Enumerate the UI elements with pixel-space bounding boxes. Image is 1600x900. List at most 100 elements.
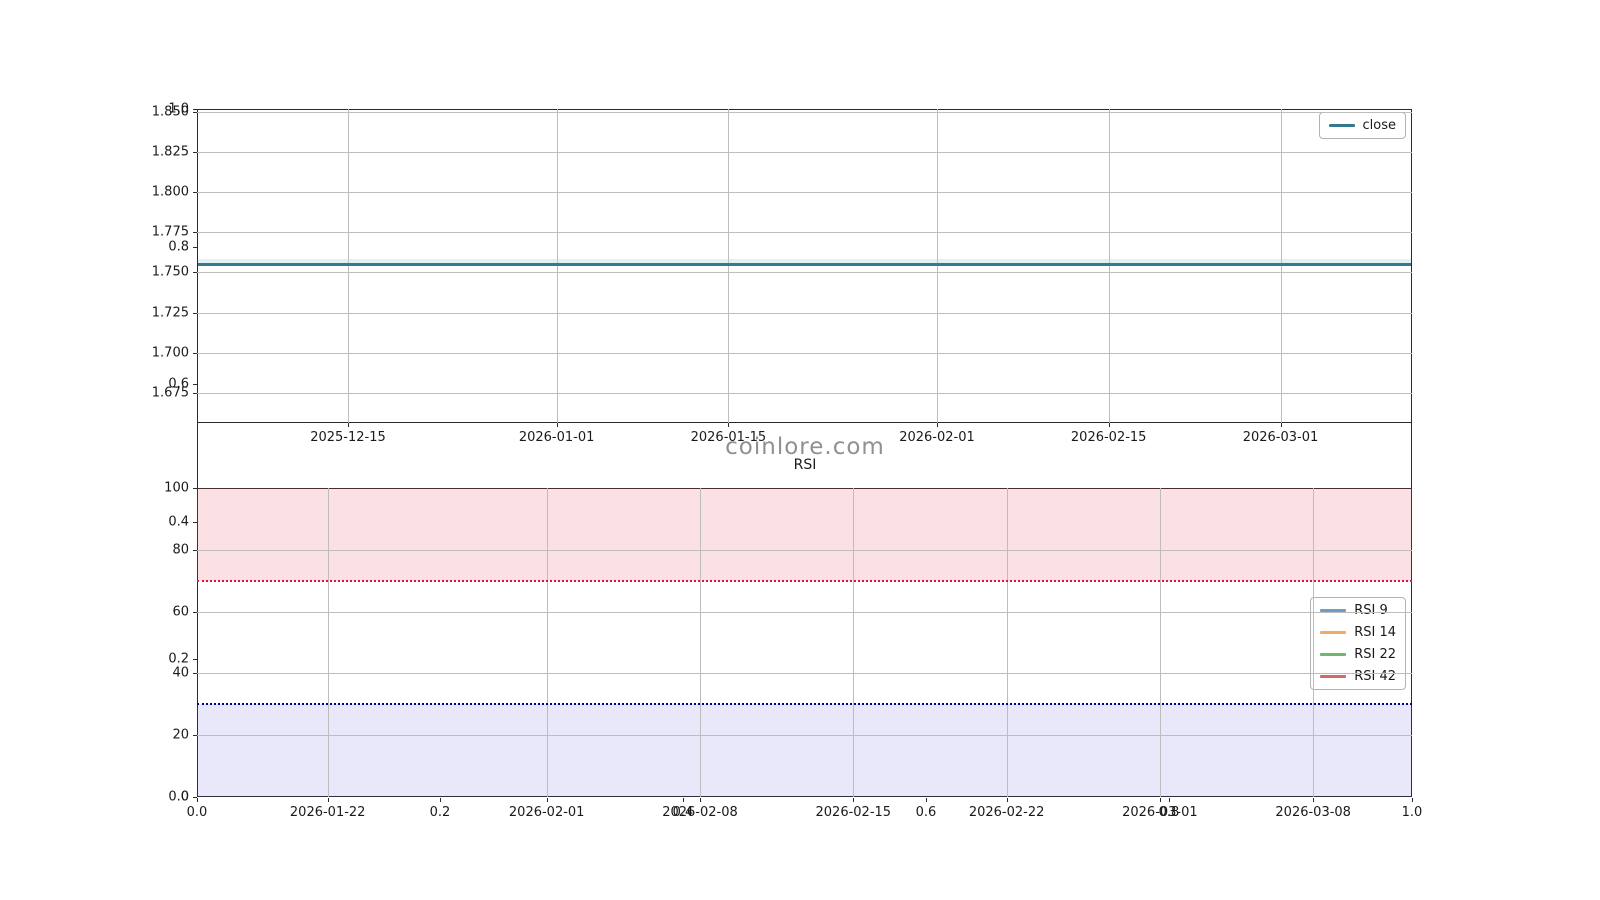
rsi-y-tick-label: 20: [172, 727, 189, 743]
price-gridline: [197, 272, 1412, 274]
rsi-date-gridline: [1006, 488, 1008, 797]
legend-line-swatch: [1328, 124, 1355, 127]
rsi-y-tick: [193, 673, 197, 675]
price-x-tick: [1108, 423, 1110, 427]
price-gridline: [197, 392, 1412, 394]
overlay-x-tick-label: 1.0: [1401, 805, 1423, 820]
rsi-gridline: [197, 549, 1412, 551]
price-legend: close: [1318, 112, 1406, 139]
rsi-date-gridline: [1313, 488, 1315, 797]
overlay-y-tick: [193, 109, 197, 110]
rsi-x-tick: [1006, 798, 1008, 802]
overlay-left-spine: [197, 109, 198, 797]
legend-entry: RSI 14: [1320, 625, 1396, 640]
overlay-x-tick: [1412, 798, 1413, 802]
close-line: [198, 263, 1411, 266]
price-y-tick-label: 1.700: [151, 345, 189, 360]
rsi-y-tick-label: 60: [172, 604, 189, 620]
overlay-x-tick-label: 0.0: [186, 805, 208, 820]
legend-entry: RSI 22: [1320, 647, 1396, 662]
price-y-tick-label: 1.725: [151, 305, 189, 320]
price-date-gridline: [348, 109, 349, 423]
legend-line-swatch: [1320, 631, 1347, 634]
price-y-tick: [193, 112, 197, 114]
rsi-date-gridline: [546, 488, 548, 797]
overlay-x-tick: [683, 798, 684, 802]
rsi-y-tick-label: 100: [164, 480, 189, 496]
overlay-x-tick: [1169, 798, 1170, 802]
rsi-x-tick: [327, 798, 329, 802]
price-x-tick-label: 2026-01-15: [690, 430, 767, 445]
price-date-gridline: [556, 109, 558, 423]
price-date-gridline: [1108, 109, 1110, 423]
overlay-y-tick-label: 0.6: [168, 376, 189, 392]
price-y-tick-label: 1.800: [151, 184, 189, 200]
legend-label: RSI 22: [1354, 647, 1396, 662]
price-y-tick-label: 1.775: [151, 224, 189, 240]
overlay-y-tick: [193, 659, 197, 661]
price-y-tick-label: 1.750: [151, 264, 189, 280]
rsi-y-tick-label: 80: [172, 542, 189, 558]
legend-line-swatch: [1320, 653, 1347, 656]
price-x-tick: [348, 423, 349, 427]
rsi-date-gridline: [1159, 488, 1161, 797]
oversold-band: [197, 704, 1412, 797]
overlay-x-tick-label: 0.6: [915, 805, 937, 820]
price-y-tick: [193, 192, 197, 194]
price-x-tick-label: 2026-02-01: [899, 430, 975, 445]
overlay-y-tick-label: 0.8: [168, 239, 189, 255]
price-x-tick-label: 2026-03-01: [1242, 430, 1319, 445]
rsi-date-gridline: [327, 488, 329, 797]
rsi-y-tick: [193, 611, 197, 613]
price-x-tick: [1280, 423, 1282, 427]
price-gridline: [197, 192, 1412, 194]
rsi-x-tick-label: 2026-02-15: [815, 805, 892, 820]
price-y-tick: [193, 392, 197, 394]
rsi-date-gridline: [700, 488, 701, 797]
price-gridline: [197, 152, 1412, 154]
overlay-y-tick-label: 0.4: [168, 514, 189, 530]
legend-entry: close: [1328, 118, 1396, 133]
legend-entry: RSI 9: [1320, 603, 1396, 618]
overlay-x-tick: [926, 798, 927, 802]
rsi-x-tick-label: 2026-02-22: [968, 805, 1045, 820]
overlay-x-tick: [440, 798, 441, 802]
overlay-y-tick: [193, 246, 197, 248]
price-y-tick: [193, 312, 197, 314]
price-y-tick: [193, 232, 197, 234]
overbought-band: [197, 488, 1412, 581]
legend-entry: RSI 42: [1320, 669, 1396, 684]
price-x-tick: [728, 423, 730, 427]
price-axes: [197, 109, 1412, 423]
overlay-y-tick-label: 1.0: [168, 101, 189, 117]
overlay-y-tick: [193, 384, 197, 386]
chart-figure: coinlore.com RSI close RSI 9 RSI 14 RSI 22…: [0, 0, 1600, 900]
price-gridline: [197, 232, 1412, 234]
overlay-x-tick: [197, 798, 198, 802]
price-gridline: [197, 312, 1412, 314]
legend-label: RSI 14: [1354, 625, 1396, 640]
price-x-tick-label: 2025-12-15: [310, 430, 386, 445]
rsi-x-tick-label: 2026-02-01: [508, 805, 585, 820]
price-x-tick: [937, 423, 938, 427]
overlay-x-tick-label: 0.8: [1158, 805, 1180, 820]
rsi-x-tick: [700, 798, 701, 802]
rsi-x-tick: [546, 798, 548, 802]
overlay-y-tick: [193, 521, 197, 523]
legend-label: RSI 42: [1354, 669, 1396, 684]
rsi-gridline: [197, 673, 1412, 675]
overlay-x-tick-label: 0.2: [429, 805, 451, 820]
overlay-y-tick-label: 0.2: [168, 651, 189, 667]
overlay-x-tick-label: 0.4: [672, 805, 694, 820]
oversold-line: [197, 703, 1412, 706]
rsi-y-tick: [193, 735, 197, 737]
rsi-panel-title: RSI: [793, 457, 817, 473]
legend-label: RSI 9: [1354, 603, 1388, 618]
overlay-right-spine: [1411, 109, 1412, 797]
price-date-gridline: [937, 109, 938, 423]
rsi-x-tick-label: 2026-01-22: [289, 805, 366, 820]
price-x-tick: [556, 423, 558, 427]
rsi-gridline: [197, 735, 1412, 737]
rsi-x-tick: [1313, 798, 1315, 802]
rsi-gridline: [197, 611, 1412, 613]
